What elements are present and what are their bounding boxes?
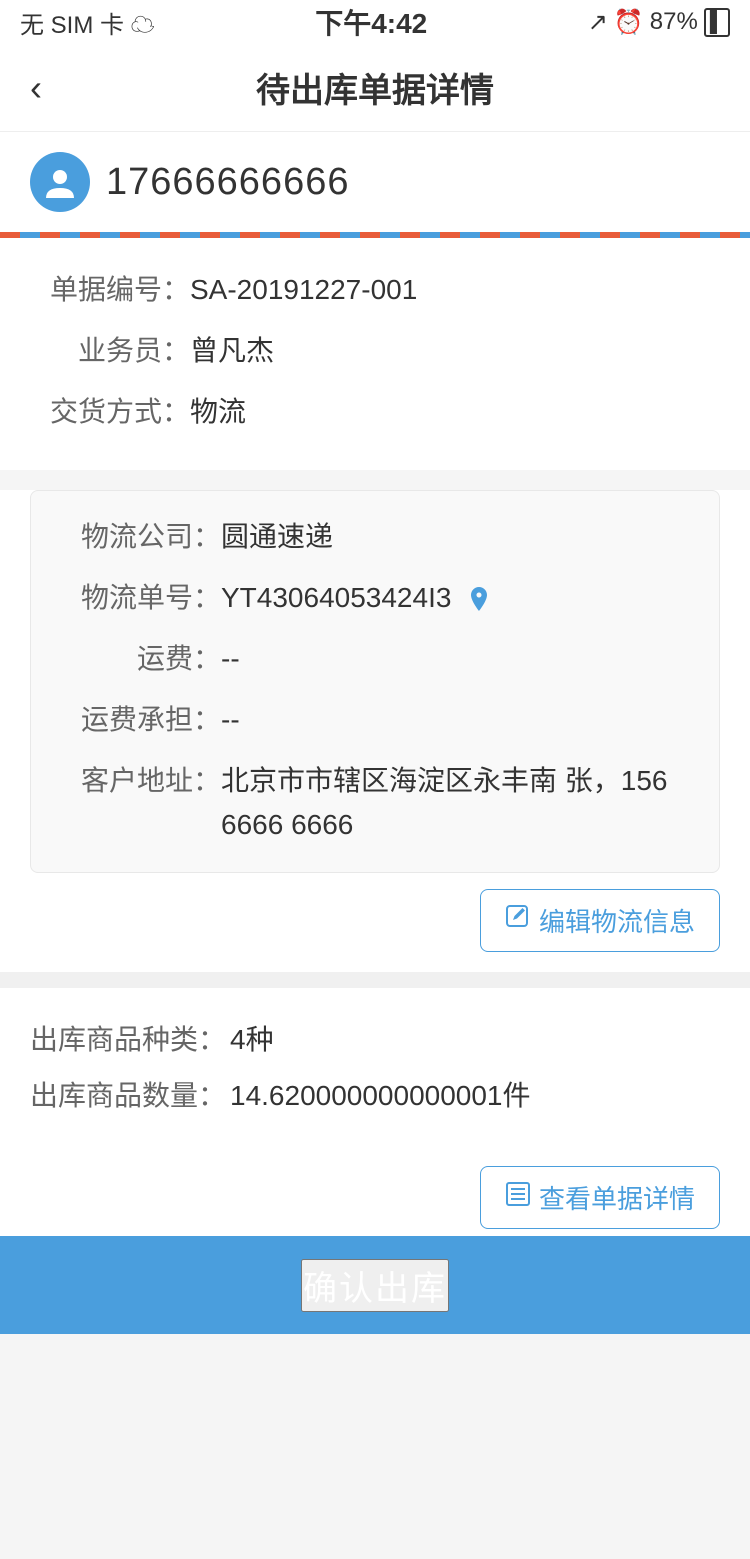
sales-person-value: 曾凡杰: [190, 329, 720, 374]
view-detail-button[interactable]: 查看单据详情: [480, 1166, 720, 1229]
status-left: 无 SIM 卡 ☁: [20, 5, 155, 40]
logistics-company-value: 圆通速递: [221, 515, 689, 560]
confirm-outbound-button[interactable]: 确认出库: [301, 1259, 449, 1312]
battery-icon: ▌: [704, 8, 730, 37]
logistics-tracking-row: 物流单号： YT43064053424I3: [61, 576, 689, 621]
delivery-method-value: 物流: [190, 390, 720, 435]
nav-bar: ‹ 待出库单据详情: [0, 44, 750, 132]
delivery-method-row: 交货方式： 物流: [30, 390, 720, 435]
edit-logistics-button[interactable]: 编辑物流信息: [480, 889, 720, 952]
address-label: 客户地址：: [61, 759, 221, 804]
order-info-section: 单据编号： SA-20191227-001 业务员： 曾凡杰 交货方式： 物流: [0, 238, 750, 470]
freight-bearer-label: 运费承担：: [61, 698, 221, 743]
quantity-row: 出库商品数量： 14.620000000000001件: [30, 1074, 720, 1114]
list-icon: [505, 1181, 531, 1214]
logistics-company-row: 物流公司： 圆通速递: [61, 515, 689, 560]
avatar: [30, 152, 90, 212]
edit-icon: [505, 904, 531, 937]
delivery-method-label: 交货方式：: [30, 390, 190, 435]
back-button[interactable]: ‹: [30, 57, 62, 119]
status-bar: 无 SIM 卡 ☁ 下午4:42 ↗ ⏰ 87% ▌: [0, 0, 750, 44]
map-pin-icon[interactable]: [463, 583, 495, 615]
logistics-tracking-label: 物流单号：: [61, 576, 221, 621]
order-number-label: 单据编号：: [30, 268, 190, 313]
address-row: 客户地址： 北京市市辖区海淀区永丰南 张，156 6666 6666: [61, 759, 689, 849]
address-value: 北京市市辖区海淀区永丰南 张，156 6666 6666: [221, 759, 689, 849]
status-time: 下午4:42: [315, 2, 427, 42]
quantity-label: 出库商品数量：: [30, 1074, 230, 1114]
battery-level: 87%: [650, 8, 698, 36]
types-value: 4种: [230, 1018, 274, 1058]
alarm-icon: ⏰: [614, 8, 644, 37]
order-number-row: 单据编号： SA-20191227-001: [30, 268, 720, 313]
sales-person-row: 业务员： 曾凡杰: [30, 329, 720, 374]
quantity-value: 14.620000000000001件: [230, 1074, 531, 1114]
freight-row: 运费： --: [61, 637, 689, 682]
logistics-company-label: 物流公司：: [61, 515, 221, 560]
view-detail-label: 查看单据详情: [539, 1179, 695, 1216]
edit-btn-wrap: 编辑物流信息: [0, 873, 750, 972]
freight-label: 运费：: [61, 637, 221, 682]
sim-status: 无 SIM 卡 ☁: [20, 5, 155, 40]
freight-bearer-value: --: [221, 698, 689, 743]
freight-value: --: [221, 637, 689, 682]
location-icon: ↗: [588, 8, 608, 37]
status-right: ↗ ⏰ 87% ▌: [588, 8, 730, 37]
user-phone: 17666666666: [106, 161, 349, 204]
page-title: 待出库单据详情: [256, 63, 494, 112]
sales-person-label: 业务员：: [30, 329, 190, 374]
order-number-value: SA-20191227-001: [190, 268, 720, 313]
logistics-box: 物流公司： 圆通速递 物流单号： YT43064053424I3 运费： -- …: [30, 490, 720, 873]
bottom-confirm-wrap: 确认出库: [0, 1236, 750, 1334]
logistics-tracking-value: YT43064053424I3: [221, 576, 689, 621]
user-header: 17666666666: [0, 132, 750, 232]
stats-section: 出库商品种类： 4种 出库商品数量： 14.620000000000001件: [0, 988, 750, 1150]
freight-bearer-row: 运费承担： --: [61, 698, 689, 743]
types-row: 出库商品种类： 4种: [30, 1018, 720, 1058]
section-separator: [0, 972, 750, 988]
types-label: 出库商品种类：: [30, 1018, 230, 1058]
edit-logistics-label: 编辑物流信息: [539, 902, 695, 939]
